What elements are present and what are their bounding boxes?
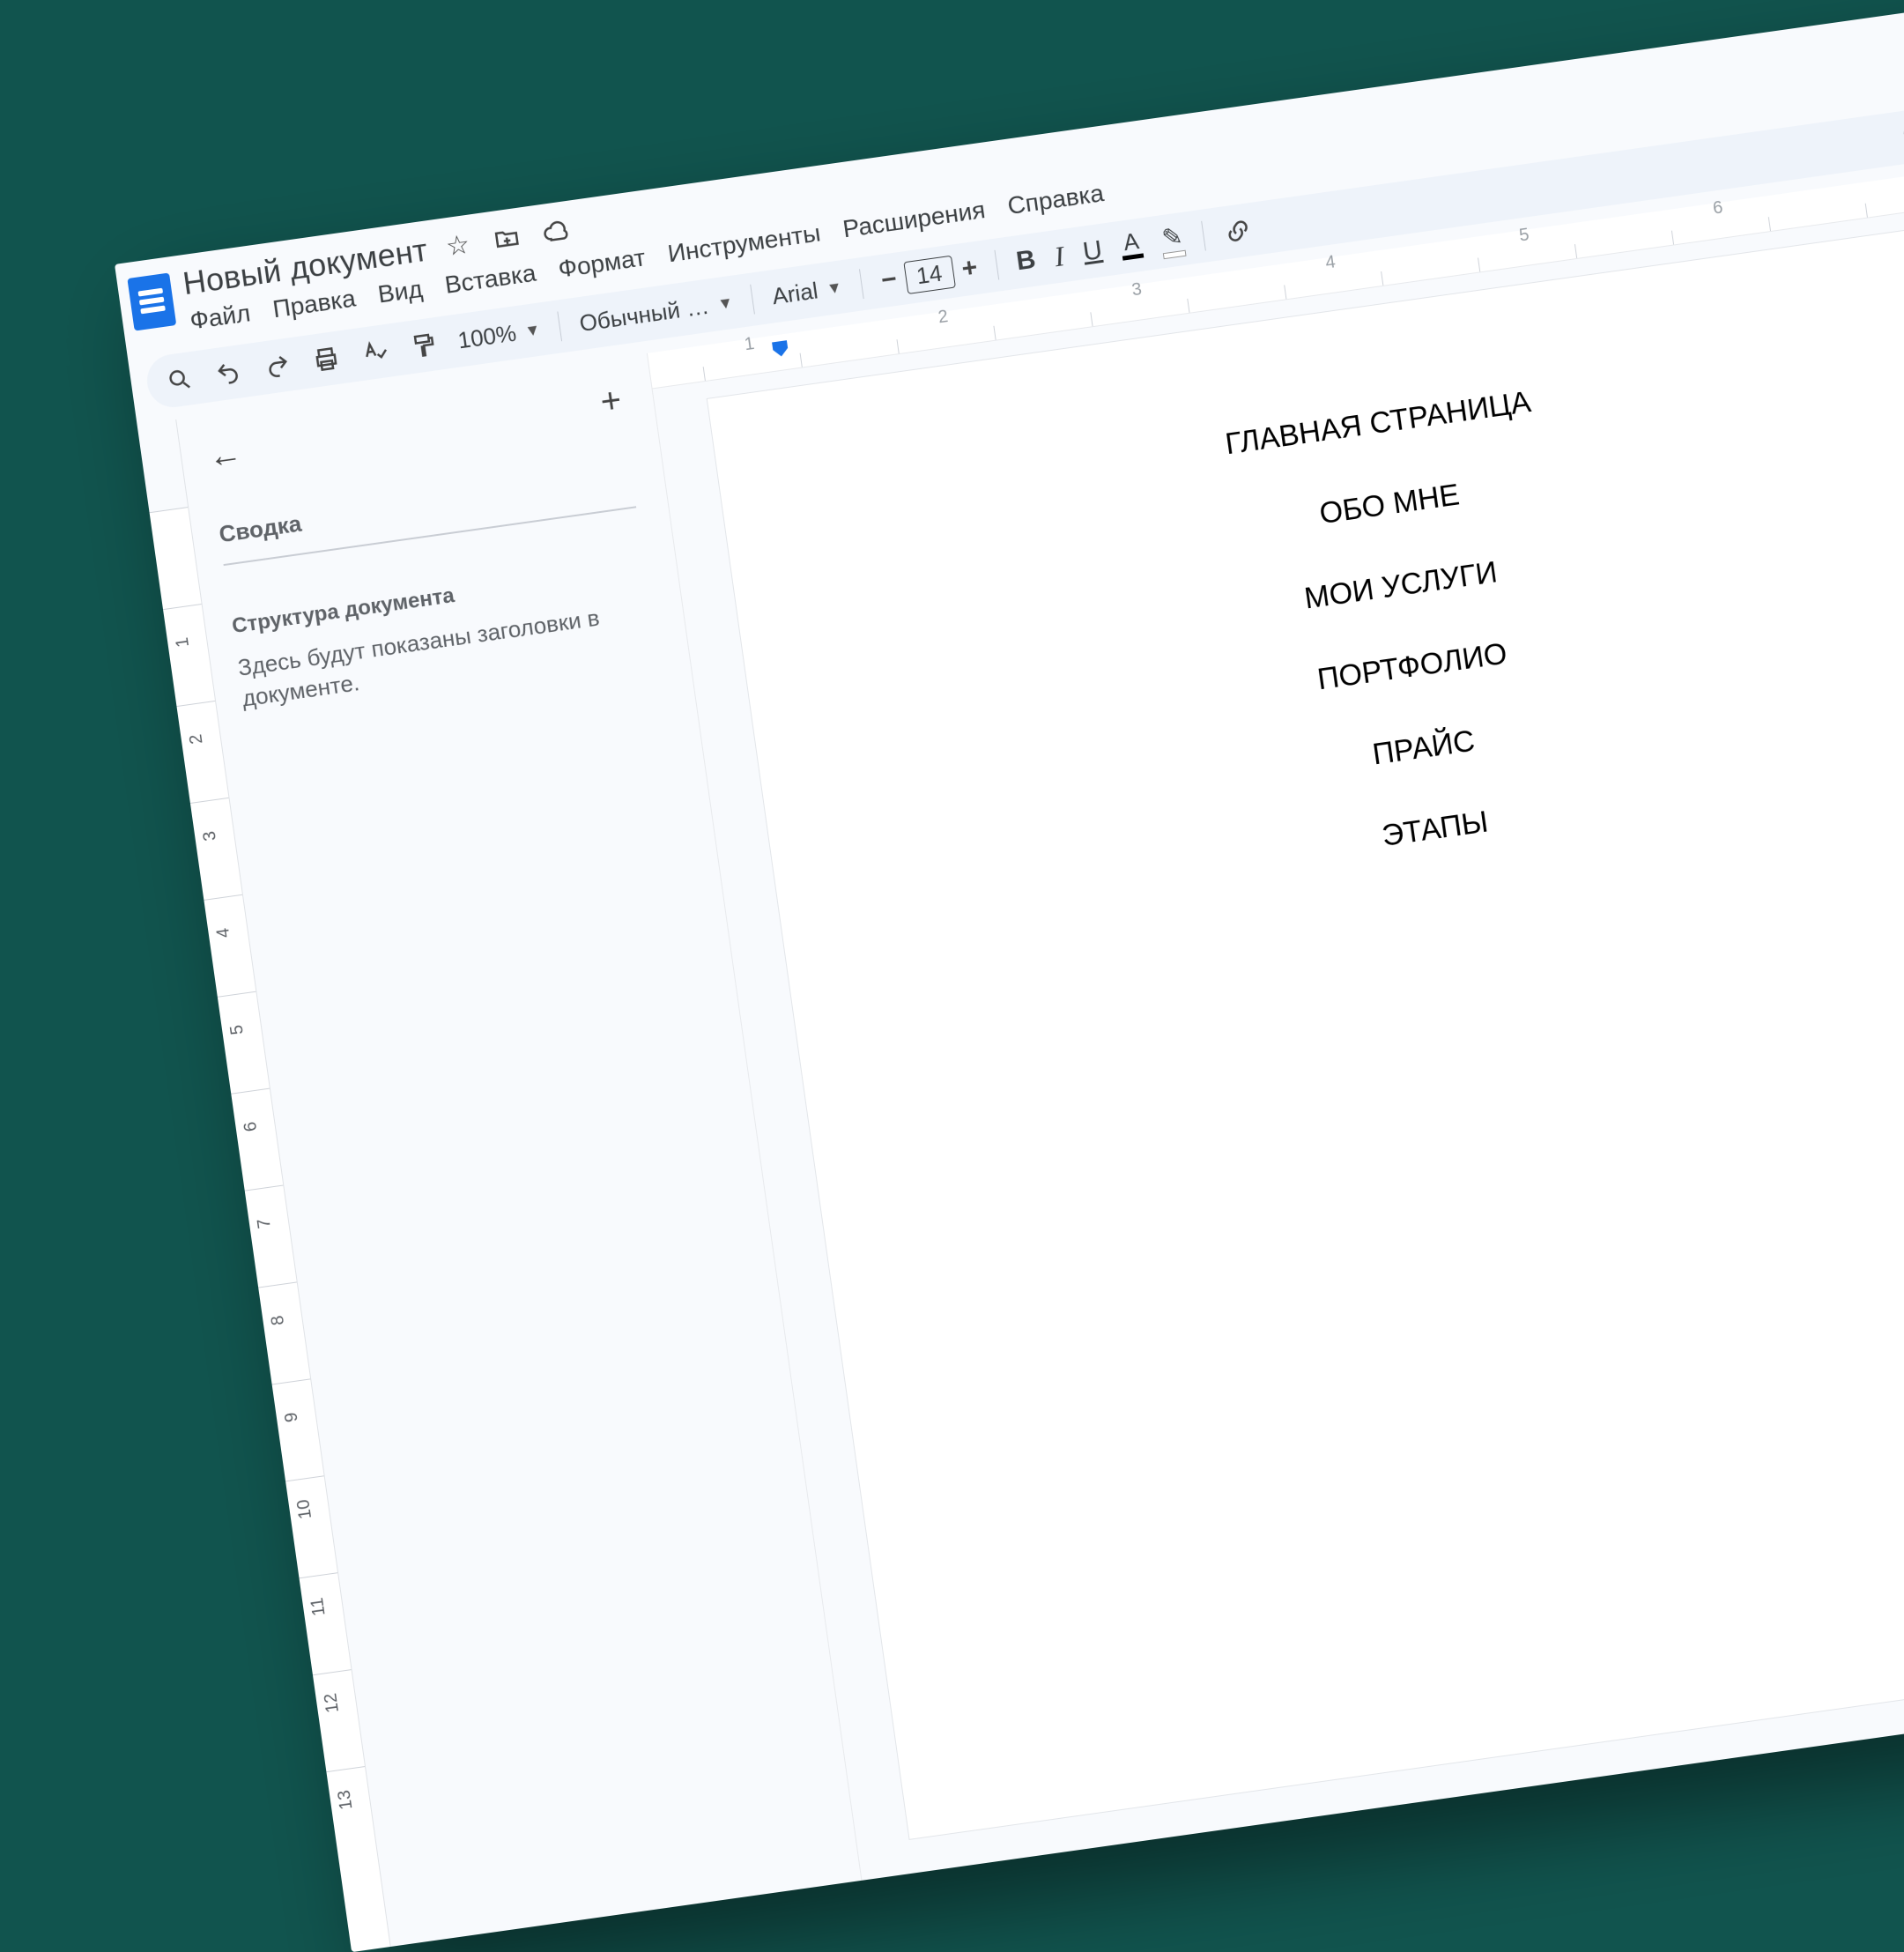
cloud-status-icon[interactable] [538, 215, 572, 249]
zoom-select[interactable]: 100% ▼ [456, 315, 543, 354]
separator [1201, 221, 1206, 251]
chevron-down-icon: ▼ [523, 320, 542, 340]
print-icon[interactable] [309, 342, 343, 375]
separator [859, 269, 864, 299]
separator [751, 285, 756, 315]
redo-icon[interactable] [261, 349, 294, 382]
outline-summary-heading[interactable]: Сводка [218, 464, 636, 566]
outline-add-icon[interactable]: + [598, 381, 624, 423]
font-size-increase[interactable]: + [959, 253, 979, 285]
font-size-decrease[interactable]: − [879, 264, 899, 296]
star-icon[interactable]: ☆ [441, 228, 474, 262]
font-size-input[interactable]: 14 [903, 255, 956, 293]
menu-format[interactable]: Формат [557, 243, 648, 284]
chevron-down-icon: ▼ [826, 278, 844, 298]
zoom-value: 100% [456, 319, 518, 354]
bold-button[interactable]: B [1014, 245, 1037, 278]
outline-back-icon[interactable]: ← [206, 434, 245, 477]
menu-help[interactable]: Справка [1006, 179, 1106, 220]
paint-format-icon[interactable] [407, 329, 441, 362]
underline-button[interactable]: U [1081, 235, 1104, 268]
menu-edit[interactable]: Правка [271, 284, 358, 323]
menu-file[interactable]: Файл [189, 299, 253, 335]
move-folder-icon[interactable] [490, 222, 523, 256]
ruler-right-numbers: 8· 9· 10 [1898, 110, 1904, 150]
insert-link-icon[interactable] [1221, 214, 1255, 248]
font-value: Arial [770, 277, 819, 310]
editor-canvas: 1234567 ГЛАВНАЯ СТРАНИЦА ОБО МНЕ МОИ УСЛ… [648, 155, 1904, 1881]
paragraph-style-value: Обычный … [578, 292, 711, 337]
menu-view[interactable]: Вид [376, 275, 425, 309]
workspace: 12345678910111213 ← + Сводка Структура д… [137, 155, 1904, 1952]
text-color-button[interactable]: A [1120, 232, 1145, 261]
paragraph-style-select[interactable]: Обычный … ▼ [578, 288, 736, 337]
spellcheck-icon[interactable] [359, 336, 392, 369]
menu-insert[interactable]: Вставка [443, 259, 538, 300]
separator [558, 311, 563, 341]
font-select[interactable]: Arial ▼ [770, 273, 843, 310]
undo-icon[interactable] [211, 356, 245, 390]
docs-logo-icon[interactable] [127, 272, 176, 330]
google-docs-window: Новый документ ☆ Файл Правка Вид Вставка… [115, 0, 1904, 1952]
highlight-color-button[interactable]: ✎ [1159, 221, 1186, 259]
document-page[interactable]: ГЛАВНАЯ СТРАНИЦА ОБО МНЕ МОИ УСЛУГИ ПОРТ… [708, 215, 1904, 1839]
italic-button[interactable]: I [1052, 240, 1066, 273]
search-icon[interactable] [163, 363, 196, 397]
separator [995, 250, 1000, 280]
chevron-down-icon: ▼ [716, 293, 735, 313]
